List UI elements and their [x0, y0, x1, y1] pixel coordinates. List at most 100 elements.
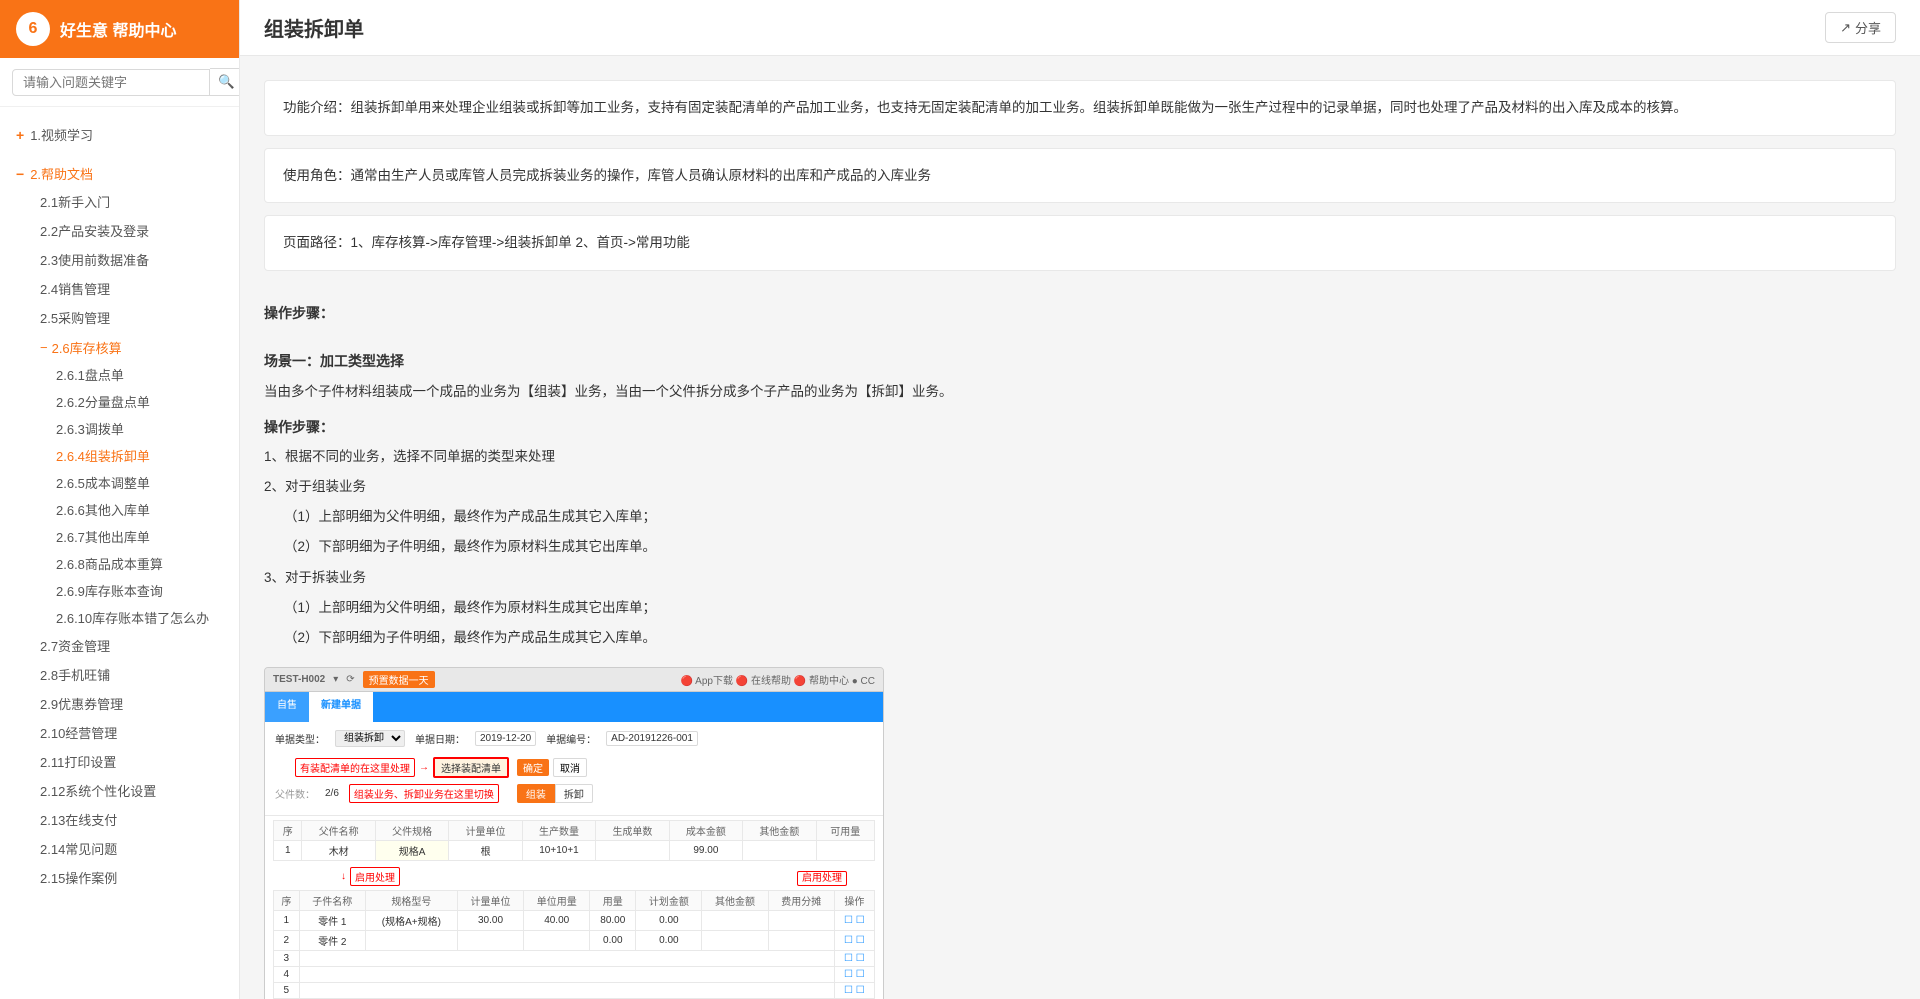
sidebar-item-video[interactable]: + 1.视频学习 — [16, 121, 223, 148]
td2-empty-3 — [299, 950, 834, 966]
screenshot-tab-home[interactable]: 自售 — [265, 692, 309, 722]
th-available: 可用量 — [816, 820, 874, 840]
sidebar-item-faq[interactable]: 2.14常见问题 — [32, 834, 223, 863]
share-button[interactable]: ↗ 分享 — [1825, 12, 1896, 43]
screenshot-annotation-4-row: ↓ 启用处理 启用处理 — [265, 865, 883, 890]
td2-ops-5[interactable]: ☐ ☐ — [834, 982, 874, 998]
sidebar-header: 6 好生意 帮助中心 — [0, 0, 239, 58]
sidebar-item-transfer[interactable]: 2.6.3调拨单 — [48, 415, 223, 442]
intro-block: 功能介绍：组装拆卸单用来处理企业组装或拆卸等加工业务，支持有固定装配清单的产品加… — [264, 80, 1896, 136]
sidebar-item-newbie[interactable]: 2.1新手入门 — [32, 187, 223, 216]
td2-uqty-2 — [524, 930, 590, 950]
step-2-1: （1）上部明细为父件明细，最终作为产成品生成其它入库单； — [264, 505, 1896, 529]
th2-unit-qty: 单位用量 — [524, 890, 590, 910]
path-block: 页面路径：1、库存核算->库存管理->组装拆卸单 2、首页->常用功能 — [264, 215, 1896, 271]
sidebar-nav: + 1.视频学习 − 2.帮助文档 2.1新手入门 2.2产品安装及登录 2.3… — [0, 107, 239, 999]
sidebar-item-data-prep[interactable]: 2.3使用前数据准备 — [32, 245, 223, 274]
td-cost-amt: 99.00 — [669, 840, 742, 860]
td2-spec-2 — [365, 930, 457, 950]
td2-ops-1[interactable]: ☐ ☐ — [834, 910, 874, 930]
th-seq: 序 — [274, 820, 302, 840]
annotation-4: 启用处理 — [350, 867, 400, 886]
screenshot-tab-new[interactable]: 新建单据 — [309, 692, 373, 722]
step-1: 1、根据不同的业务，选择不同单据的类型来处理 — [264, 445, 1896, 469]
sidebar-item-other-out[interactable]: 2.6.7其他出库单 — [48, 523, 223, 550]
td-parent-name: 木材 — [302, 840, 375, 860]
role-block: 使用角色：通常由生产人员或库管人员完成拆装业务的操作，库管人员确认原材料的出库和… — [264, 148, 1896, 204]
sidebar-item-docs-label: 2.帮助文档 — [30, 164, 93, 183]
logo: 6 — [16, 12, 50, 46]
sidebar-item-install[interactable]: 2.2产品安装及登录 — [32, 216, 223, 245]
sidebar-item-finance[interactable]: 2.7资金管理 — [32, 631, 223, 660]
screenshot-image: TEST-H002 ▾ ⟳ 预置数据一天 🔴 App下载 🔴 在线帮助 🔴 帮助… — [264, 667, 884, 999]
sidebar-item-video-label: 1.视频学习 — [30, 125, 93, 144]
sidebar-item-cost-recalc[interactable]: 2.6.8商品成本重算 — [48, 550, 223, 577]
sidebar-item-ops-mgmt[interactable]: 2.10经营管理 — [32, 718, 223, 747]
td2-other-2 — [702, 930, 768, 950]
th-parent-name: 父件名称 — [302, 820, 375, 840]
main-area: 组装拆卸单 ↗ 分享 功能介绍：组装拆卸单用来处理企业组装或拆卸等加工业务，支持… — [240, 0, 1920, 999]
table-row: 3 ☐ ☐ — [274, 950, 875, 966]
sidebar-item-stocktake[interactable]: 2.6.1盘点单 — [48, 361, 223, 388]
th-cost-amt: 成本金额 — [669, 820, 742, 840]
ops-title: 操作步骤： — [264, 303, 1896, 323]
form-type-select[interactable]: 组装拆卸 — [335, 730, 405, 747]
step-3-2: （2）下部明细为子件明细，最终作为产成品生成其它入库单。 — [264, 626, 1896, 650]
sidebar-item-mobile[interactable]: 2.8手机旺铺 — [32, 660, 223, 689]
screenshot-dropdown-icon: ▾ — [333, 674, 338, 685]
step-2-2: （2）下部明细为子件明细，最终作为原材料生成其它出库单。 — [264, 535, 1896, 559]
th-prod-qty: 生产数量 — [522, 820, 595, 840]
sidebar-item-docs[interactable]: − 2.帮助文档 — [16, 160, 223, 187]
th2-other-amt: 其他金额 — [702, 890, 768, 910]
td2-seq-2: 2 — [274, 930, 300, 950]
child-table: 序 子件名称 规格型号 计量单位 单位用量 用量 计划金额 其他金额 费用分摊 … — [273, 890, 875, 999]
sidebar-item-cases[interactable]: 2.15操作案例 — [32, 863, 223, 892]
td2-alloc-1 — [768, 910, 834, 930]
td2-plan-1: 0.00 — [636, 910, 702, 930]
sidebar-item-assembly[interactable]: 2.6.4组装拆卸单 — [48, 442, 223, 469]
td-doc-qty — [596, 840, 669, 860]
scenario-desc: 当由多个子件材料组装成一个成品的业务为【组装】业务，当由一个父件拆分成多个子产品… — [264, 379, 1896, 405]
annotation-3: 组装业务、拆卸业务在这里切换 — [349, 784, 499, 803]
tab-disassembly[interactable]: 拆卸 — [555, 784, 593, 803]
sidebar-section-2: − 2.帮助文档 2.1新手入门 2.2产品安装及登录 2.3使用前数据准备 2… — [0, 154, 239, 898]
sidebar-item-partial-stocktake[interactable]: 2.6.2分量盘点单 — [48, 388, 223, 415]
search-button[interactable]: 🔍 — [210, 68, 240, 96]
td2-seq-4: 4 — [274, 966, 300, 982]
tab-assembly[interactable]: 组装 — [517, 784, 555, 803]
screenshot-icons: 🔴 App下载 🔴 在线帮助 🔴 帮助中心 ● CC — [680, 672, 875, 687]
main-header: 组装拆卸单 ↗ 分享 — [240, 0, 1920, 56]
sidebar-item-customize[interactable]: 2.12系统个性化设置 — [32, 776, 223, 805]
td2-ops-4[interactable]: ☐ ☐ — [834, 966, 874, 982]
th-unit: 计量单位 — [449, 820, 522, 840]
sidebar-item-ledger-query[interactable]: 2.6.9库存账本查询 — [48, 577, 223, 604]
td2-name-2: 零件 2 — [299, 930, 365, 950]
screenshot-confirm-btn[interactable]: 确定 — [517, 759, 549, 776]
main-content: 功能介绍：组装拆卸单用来处理企业组装或拆卸等加工业务，支持有固定装配清单的产品加… — [240, 56, 1920, 999]
td2-ops-3[interactable]: ☐ ☐ — [834, 950, 874, 966]
search-input[interactable] — [12, 69, 210, 96]
table-row: 2 零件 2 0.00 0.00 ☐ ☐ — [274, 930, 875, 950]
sidebar-item-coupon[interactable]: 2.9优惠券管理 — [32, 689, 223, 718]
sidebar-item-cost-adjust[interactable]: 2.6.5成本调整单 — [48, 469, 223, 496]
sidebar-item-sales[interactable]: 2.4销售管理 — [32, 274, 223, 303]
td2-seq-5: 5 — [274, 982, 300, 998]
step-3: 3、对于拆装业务 — [264, 566, 1896, 590]
table-row: 1 零件 1 (规格A+规格) 30.00 40.00 80.00 0.00 ☐… — [274, 910, 875, 930]
table-row: 5 ☐ ☐ — [274, 982, 875, 998]
th2-spec: 规格型号 — [365, 890, 457, 910]
sidebar-docs-subitems: 2.1新手入门 2.2产品安装及登录 2.3使用前数据准备 2.4销售管理 2.… — [16, 187, 223, 892]
intro-text: 功能介绍：组装拆卸单用来处理企业组装或拆卸等加工业务，支持有固定装配清单的产品加… — [283, 100, 1687, 115]
sidebar-item-other-in[interactable]: 2.6.6其他入库单 — [48, 496, 223, 523]
td2-ops-2[interactable]: ☐ ☐ — [834, 930, 874, 950]
sidebar-item-print[interactable]: 2.11打印设置 — [32, 747, 223, 776]
sidebar-item-ledger-fix[interactable]: 2.6.10库存账本错了怎么办 — [48, 604, 223, 631]
sidebar-item-inventory[interactable]: − 2.6库存核算 — [32, 334, 223, 361]
sidebar-item-purchase[interactable]: 2.5采购管理 — [32, 303, 223, 332]
sidebar-item-online-pay[interactable]: 2.13在线支付 — [32, 805, 223, 834]
path-text: 页面路径：1、库存核算->库存管理->组装拆卸单 2、首页->常用功能 — [283, 235, 690, 250]
td-prod-qty: 10+10+1 — [522, 840, 595, 860]
screenshot-cancel-btn[interactable]: 取消 — [553, 758, 587, 777]
step-3-1: （1）上部明细为父件明细，最终作为原材料生成其它出库单； — [264, 596, 1896, 620]
td2-alloc-2 — [768, 930, 834, 950]
